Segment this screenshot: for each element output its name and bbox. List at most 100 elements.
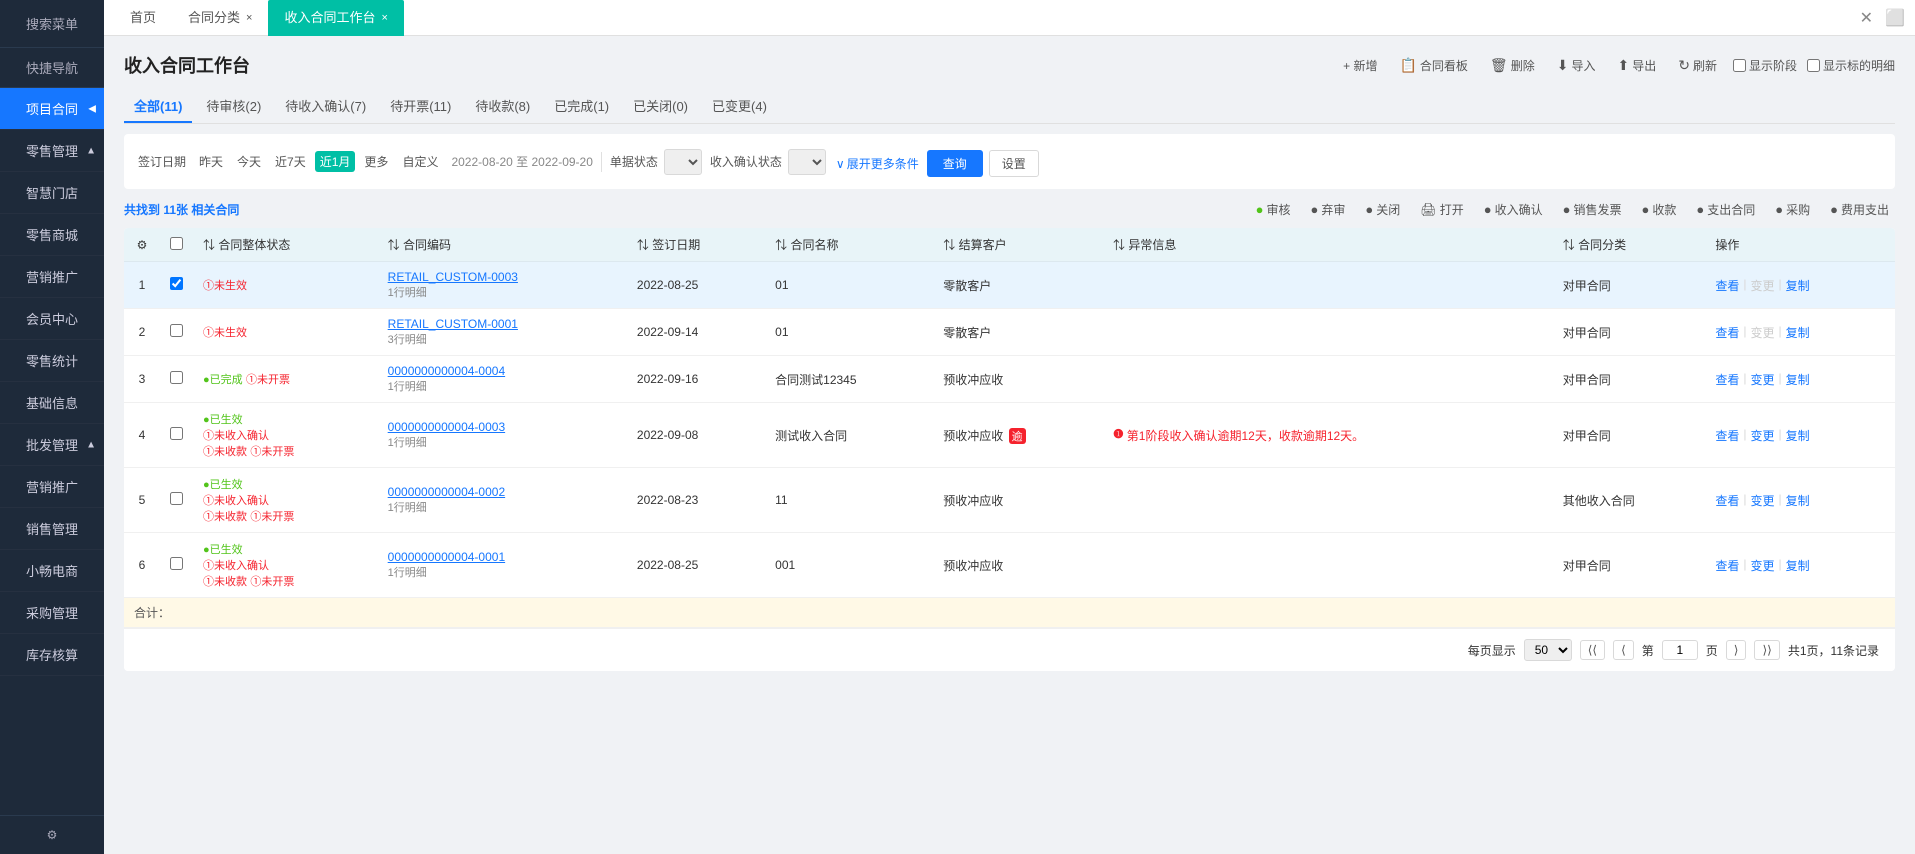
add-button[interactable]: + 新增 bbox=[1337, 54, 1383, 77]
refresh-button[interactable]: ↻ 刷新 bbox=[1672, 54, 1723, 77]
window-expand-btn[interactable]: ⬜ bbox=[1885, 8, 1905, 28]
contract-code-link[interactable]: 0000000000004-0001 bbox=[388, 550, 505, 564]
window-close-btn[interactable]: ✕ bbox=[1860, 8, 1873, 28]
row-checkbox[interactable] bbox=[170, 324, 183, 337]
date-btn-today[interactable]: 今天 bbox=[232, 151, 266, 172]
date-btn-7days[interactable]: 近7天 bbox=[270, 151, 311, 172]
action-collection-btn[interactable]: ● 收款 bbox=[1636, 199, 1683, 220]
select-all-checkbox[interactable] bbox=[170, 237, 183, 250]
sidebar-item-sales-mgmt[interactable]: 销售管理 bbox=[0, 508, 104, 550]
prev-page-btn[interactable]: ⟨ bbox=[1613, 640, 1634, 660]
show-fields-checkbox[interactable] bbox=[1733, 59, 1746, 72]
action-review-btn[interactable]: ● 审核 bbox=[1250, 199, 1297, 220]
filter-tab-pending-collection[interactable]: 待收款(8) bbox=[465, 90, 540, 123]
filter-tab-changed[interactable]: 已变更(4) bbox=[702, 90, 777, 123]
contract-code-link[interactable]: RETAIL_CUSTOM-0001 bbox=[388, 317, 518, 331]
copy-btn[interactable]: 复制 bbox=[1786, 277, 1810, 294]
page-input[interactable] bbox=[1662, 640, 1698, 660]
filter-tab-all[interactable]: 全部(11) bbox=[124, 90, 192, 123]
sidebar-item-retail-shop[interactable]: 零售商城 bbox=[0, 214, 104, 256]
tab-close-income-workbench[interactable]: × bbox=[381, 0, 387, 36]
action-cost-out-btn[interactable]: ● 费用支出 bbox=[1824, 199, 1895, 220]
view-btn[interactable]: 查看 bbox=[1715, 371, 1739, 388]
sidebar-item-member[interactable]: 会员中心 bbox=[0, 298, 104, 340]
dashboard-button[interactable]: 📋 合同看板 bbox=[1393, 54, 1473, 77]
col-settings[interactable]: ⚙ bbox=[124, 228, 160, 262]
contract-code-link[interactable]: 0000000000004-0003 bbox=[388, 420, 505, 434]
copy-btn[interactable]: 复制 bbox=[1786, 371, 1810, 388]
change-btn[interactable]: 变更 bbox=[1751, 492, 1775, 509]
copy-btn[interactable]: 复制 bbox=[1786, 324, 1810, 341]
export-button[interactable]: ⬆ 导出 bbox=[1611, 54, 1662, 77]
expand-more-btn[interactable]: ∨ 展开更多条件 bbox=[836, 155, 919, 172]
change-btn[interactable]: 变更 bbox=[1751, 277, 1775, 294]
sidebar-item-retail[interactable]: 零售管理 ▲ bbox=[0, 130, 104, 172]
row-checkbox[interactable] bbox=[170, 427, 183, 440]
sidebar-item-project[interactable]: 项目合同 ◀ bbox=[0, 88, 104, 130]
row-checkbox[interactable] bbox=[170, 371, 183, 384]
tab-home[interactable]: 首页 bbox=[114, 0, 172, 36]
query-button[interactable]: 查询 bbox=[927, 150, 983, 177]
change-btn[interactable]: 变更 bbox=[1751, 371, 1775, 388]
tab-income-workbench[interactable]: 收入合同工作台 × bbox=[268, 0, 403, 36]
copy-btn[interactable]: 复制 bbox=[1786, 492, 1810, 509]
action-purchase-btn[interactable]: ● 采购 bbox=[1769, 199, 1816, 220]
import-button[interactable]: ⬇ 导入 bbox=[1551, 54, 1602, 77]
table-row: 3 ●已完成 ①未开票 0000000000004-0004 1行明细 2022… bbox=[124, 356, 1895, 403]
first-page-btn[interactable]: ⟨⟨ bbox=[1580, 640, 1605, 660]
row-checkbox[interactable] bbox=[170, 277, 183, 290]
filter-tab-completed[interactable]: 已完成(1) bbox=[544, 90, 619, 123]
view-btn[interactable]: 查看 bbox=[1715, 427, 1739, 444]
action-close-btn[interactable]: ● 关闭 bbox=[1359, 199, 1406, 220]
filter-tab-closed[interactable]: 已关闭(0) bbox=[623, 90, 698, 123]
next-page-btn[interactable]: ⟩ bbox=[1726, 640, 1747, 660]
sidebar-item-wholesale[interactable]: 批发管理 ▲ bbox=[0, 424, 104, 466]
copy-btn[interactable]: 复制 bbox=[1786, 557, 1810, 574]
per-page-select[interactable]: 50 bbox=[1524, 639, 1572, 661]
sidebar-item-base-info[interactable]: 基础信息 bbox=[0, 382, 104, 424]
last-page-btn[interactable]: ⟩⟩ bbox=[1754, 640, 1779, 660]
sidebar-item-xiaoepay[interactable]: 小畅电商 bbox=[0, 550, 104, 592]
doc-status-select[interactable] bbox=[664, 149, 702, 175]
view-btn[interactable]: 查看 bbox=[1715, 324, 1739, 341]
sidebar-item-smart-store[interactable]: 智慧门店 bbox=[0, 172, 104, 214]
sidebar-item-purchase[interactable]: 采购管理 bbox=[0, 592, 104, 634]
action-print-btn[interactable]: 🖨 打开 bbox=[1414, 199, 1470, 220]
sidebar-settings[interactable]: ⚙ bbox=[0, 815, 104, 854]
filter-tab-pending-invoice[interactable]: 待开票(11) bbox=[380, 90, 461, 123]
action-expense-out-btn[interactable]: ● 支出合同 bbox=[1690, 199, 1761, 220]
date-btn-custom[interactable]: 自定义 bbox=[397, 151, 443, 172]
sidebar-item-inventory[interactable]: 库存核算 bbox=[0, 634, 104, 676]
change-btn[interactable]: 变更 bbox=[1751, 324, 1775, 341]
date-btn-yesterday[interactable]: 昨天 bbox=[194, 151, 228, 172]
filter-tab-pending-income[interactable]: 待收入确认(7) bbox=[275, 90, 376, 123]
action-abandon-btn[interactable]: ● 弃审 bbox=[1304, 199, 1351, 220]
contract-code-link[interactable]: RETAIL_CUSTOM-0003 bbox=[388, 270, 518, 284]
sidebar-search[interactable]: 搜索菜单 bbox=[0, 0, 104, 48]
row-checkbox[interactable] bbox=[170, 557, 183, 570]
action-income-confirm-btn[interactable]: ● 收入确认 bbox=[1478, 199, 1549, 220]
row-checkbox[interactable] bbox=[170, 492, 183, 505]
contract-code-link[interactable]: 0000000000004-0002 bbox=[388, 485, 505, 499]
sidebar-item-marketing2[interactable]: 营销推广 bbox=[0, 466, 104, 508]
view-btn[interactable]: 查看 bbox=[1715, 557, 1739, 574]
date-btn-1month[interactable]: 近1月 bbox=[315, 151, 356, 172]
income-confirm-select[interactable] bbox=[788, 149, 826, 175]
sidebar-item-marketing[interactable]: 营销推广 bbox=[0, 256, 104, 298]
delete-button[interactable]: 🗑 删除 bbox=[1484, 54, 1541, 77]
tab-contract-cat[interactable]: 合同分类 × bbox=[172, 0, 268, 36]
show-marks-checkbox[interactable] bbox=[1807, 59, 1820, 72]
sidebar-item-retail-stats[interactable]: 零售统计 bbox=[0, 340, 104, 382]
date-btn-more[interactable]: 更多 bbox=[359, 151, 393, 172]
view-btn[interactable]: 查看 bbox=[1715, 492, 1739, 509]
contract-code-link[interactable]: 0000000000004-0004 bbox=[388, 364, 505, 378]
change-btn[interactable]: 变更 bbox=[1751, 557, 1775, 574]
action-sales-invoice-btn[interactable]: ● 销售发票 bbox=[1557, 199, 1628, 220]
filter-tab-pending-review[interactable]: 待审核(2) bbox=[196, 90, 271, 123]
copy-btn[interactable]: 复制 bbox=[1786, 427, 1810, 444]
settings-button[interactable]: 设置 bbox=[989, 150, 1039, 177]
tab-close-contract-cat[interactable]: × bbox=[246, 0, 252, 36]
sidebar-quick-nav[interactable]: 快捷导航 bbox=[0, 48, 104, 88]
view-btn[interactable]: 查看 bbox=[1715, 277, 1739, 294]
change-btn[interactable]: 变更 bbox=[1751, 427, 1775, 444]
